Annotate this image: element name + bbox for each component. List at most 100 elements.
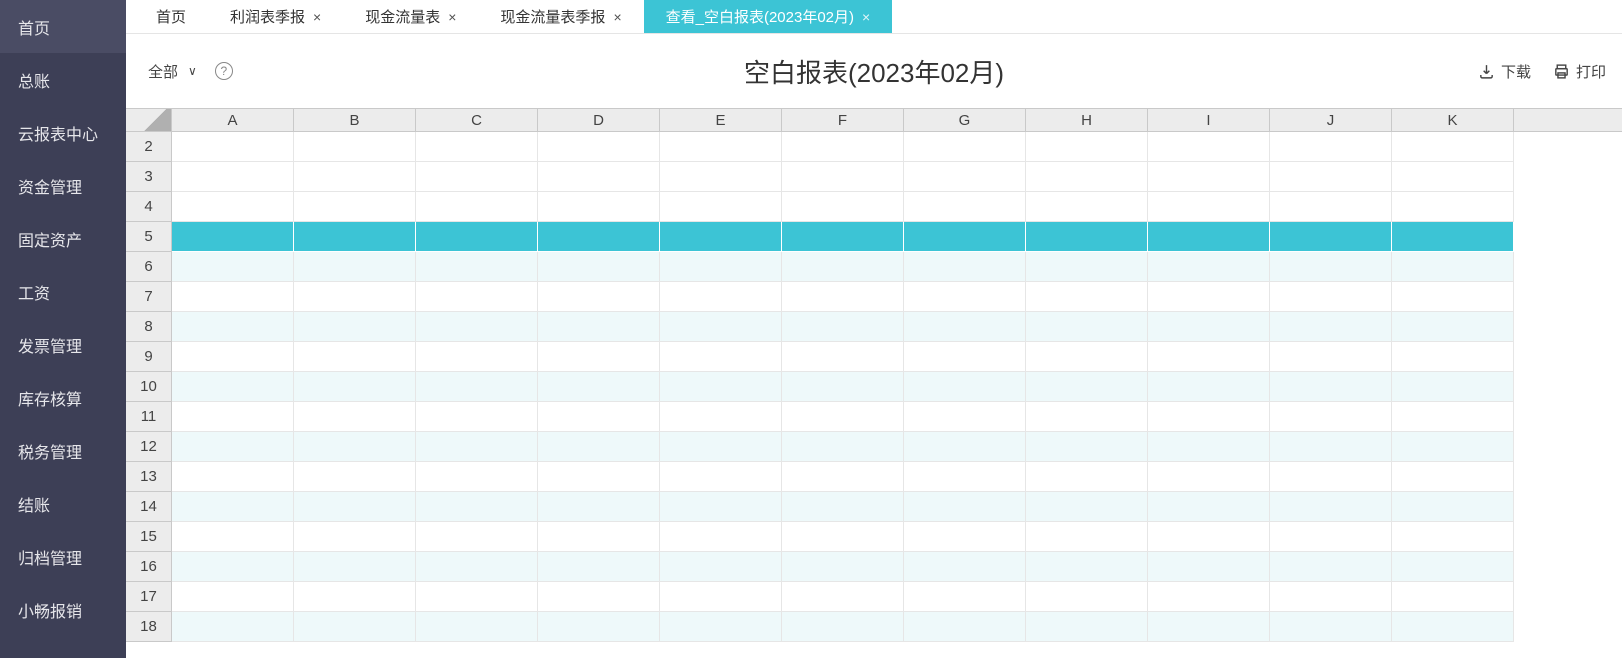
column-header[interactable]: A <box>172 109 294 131</box>
cell[interactable] <box>1270 252 1392 282</box>
cell[interactable] <box>1392 612 1514 642</box>
cell[interactable] <box>294 192 416 222</box>
cell[interactable] <box>172 132 294 162</box>
cell[interactable] <box>1148 492 1270 522</box>
sidebar-item-tax[interactable]: 税务管理 <box>0 424 126 477</box>
column-header[interactable]: E <box>660 109 782 131</box>
column-header[interactable]: J <box>1270 109 1392 131</box>
cell[interactable] <box>538 462 660 492</box>
cell[interactable] <box>172 402 294 432</box>
cell[interactable] <box>782 162 904 192</box>
cell[interactable] <box>538 222 660 252</box>
cell[interactable] <box>1270 612 1392 642</box>
cell[interactable] <box>904 222 1026 252</box>
cell[interactable] <box>294 312 416 342</box>
cell[interactable] <box>1270 162 1392 192</box>
cell[interactable] <box>538 312 660 342</box>
cell[interactable] <box>1148 252 1270 282</box>
sidebar-item-expense[interactable]: 小畅报销 <box>0 583 126 636</box>
cell[interactable] <box>660 132 782 162</box>
cell[interactable] <box>782 342 904 372</box>
cell[interactable] <box>1392 252 1514 282</box>
cell[interactable] <box>1392 462 1514 492</box>
cell[interactable] <box>538 492 660 522</box>
row-header[interactable]: 16 <box>126 552 172 582</box>
cell[interactable] <box>1026 342 1148 372</box>
cell[interactable] <box>294 492 416 522</box>
column-header[interactable]: I <box>1148 109 1270 131</box>
sidebar-item-salary[interactable]: 工资 <box>0 265 126 318</box>
cell[interactable] <box>538 432 660 462</box>
cell[interactable] <box>1270 402 1392 432</box>
cell[interactable] <box>294 132 416 162</box>
row-header[interactable]: 9 <box>126 342 172 372</box>
sidebar-item-reports[interactable]: 云报表中心 <box>0 106 126 159</box>
row-header[interactable]: 5 <box>126 222 172 252</box>
row-header[interactable]: 8 <box>126 312 172 342</box>
row-header[interactable]: 2 <box>126 132 172 162</box>
cell[interactable] <box>538 552 660 582</box>
cell[interactable] <box>1270 192 1392 222</box>
cell[interactable] <box>172 342 294 372</box>
cell[interactable] <box>538 402 660 432</box>
cell[interactable] <box>416 582 538 612</box>
cell[interactable] <box>1026 522 1148 552</box>
cell[interactable] <box>1270 552 1392 582</box>
cell[interactable] <box>782 522 904 552</box>
cell[interactable] <box>172 522 294 552</box>
column-header[interactable]: F <box>782 109 904 131</box>
cell[interactable] <box>1392 552 1514 582</box>
cell[interactable] <box>904 582 1026 612</box>
cell[interactable] <box>416 282 538 312</box>
cell[interactable] <box>1026 282 1148 312</box>
cell[interactable] <box>416 402 538 432</box>
cell[interactable] <box>294 612 416 642</box>
cell[interactable] <box>538 372 660 402</box>
cell[interactable] <box>172 372 294 402</box>
sidebar-item-inventory[interactable]: 库存核算 <box>0 371 126 424</box>
cell[interactable] <box>294 372 416 402</box>
column-header[interactable]: C <box>416 109 538 131</box>
cell[interactable] <box>538 282 660 312</box>
cell[interactable] <box>782 462 904 492</box>
cell[interactable] <box>1392 162 1514 192</box>
cell[interactable] <box>294 582 416 612</box>
cell[interactable] <box>172 252 294 282</box>
cell[interactable] <box>782 552 904 582</box>
cell[interactable] <box>1026 162 1148 192</box>
cell[interactable] <box>538 192 660 222</box>
cell[interactable] <box>782 492 904 522</box>
sidebar-item-archive[interactable]: 归档管理 <box>0 530 126 583</box>
cell[interactable] <box>294 252 416 282</box>
cell[interactable] <box>1026 312 1148 342</box>
row-header[interactable]: 6 <box>126 252 172 282</box>
cell[interactable] <box>782 192 904 222</box>
tab-4[interactable]: 查看_空白报表(2023年02月)× <box>644 0 893 33</box>
cell[interactable] <box>538 162 660 192</box>
cell[interactable] <box>1392 402 1514 432</box>
cell[interactable] <box>294 162 416 192</box>
row-header[interactable]: 4 <box>126 192 172 222</box>
spreadsheet[interactable]: ABCDEFGHIJK 23456789101112131415161718 <box>126 108 1622 658</box>
tab-2[interactable]: 现金流量表× <box>343 0 478 33</box>
cell[interactable] <box>1026 192 1148 222</box>
cell[interactable] <box>1026 612 1148 642</box>
cell[interactable] <box>660 192 782 222</box>
cell[interactable] <box>294 432 416 462</box>
cell[interactable] <box>660 462 782 492</box>
cell[interactable] <box>172 492 294 522</box>
cell[interactable] <box>782 132 904 162</box>
cell[interactable] <box>172 312 294 342</box>
cell[interactable] <box>416 612 538 642</box>
cell[interactable] <box>1148 552 1270 582</box>
cell[interactable] <box>1270 222 1392 252</box>
cell[interactable] <box>416 522 538 552</box>
cell[interactable] <box>660 252 782 282</box>
cell[interactable] <box>416 462 538 492</box>
cell[interactable] <box>1026 582 1148 612</box>
cell[interactable] <box>904 432 1026 462</box>
cell[interactable] <box>1270 132 1392 162</box>
cell[interactable] <box>172 162 294 192</box>
cell[interactable] <box>660 432 782 462</box>
close-icon[interactable]: × <box>862 10 870 24</box>
